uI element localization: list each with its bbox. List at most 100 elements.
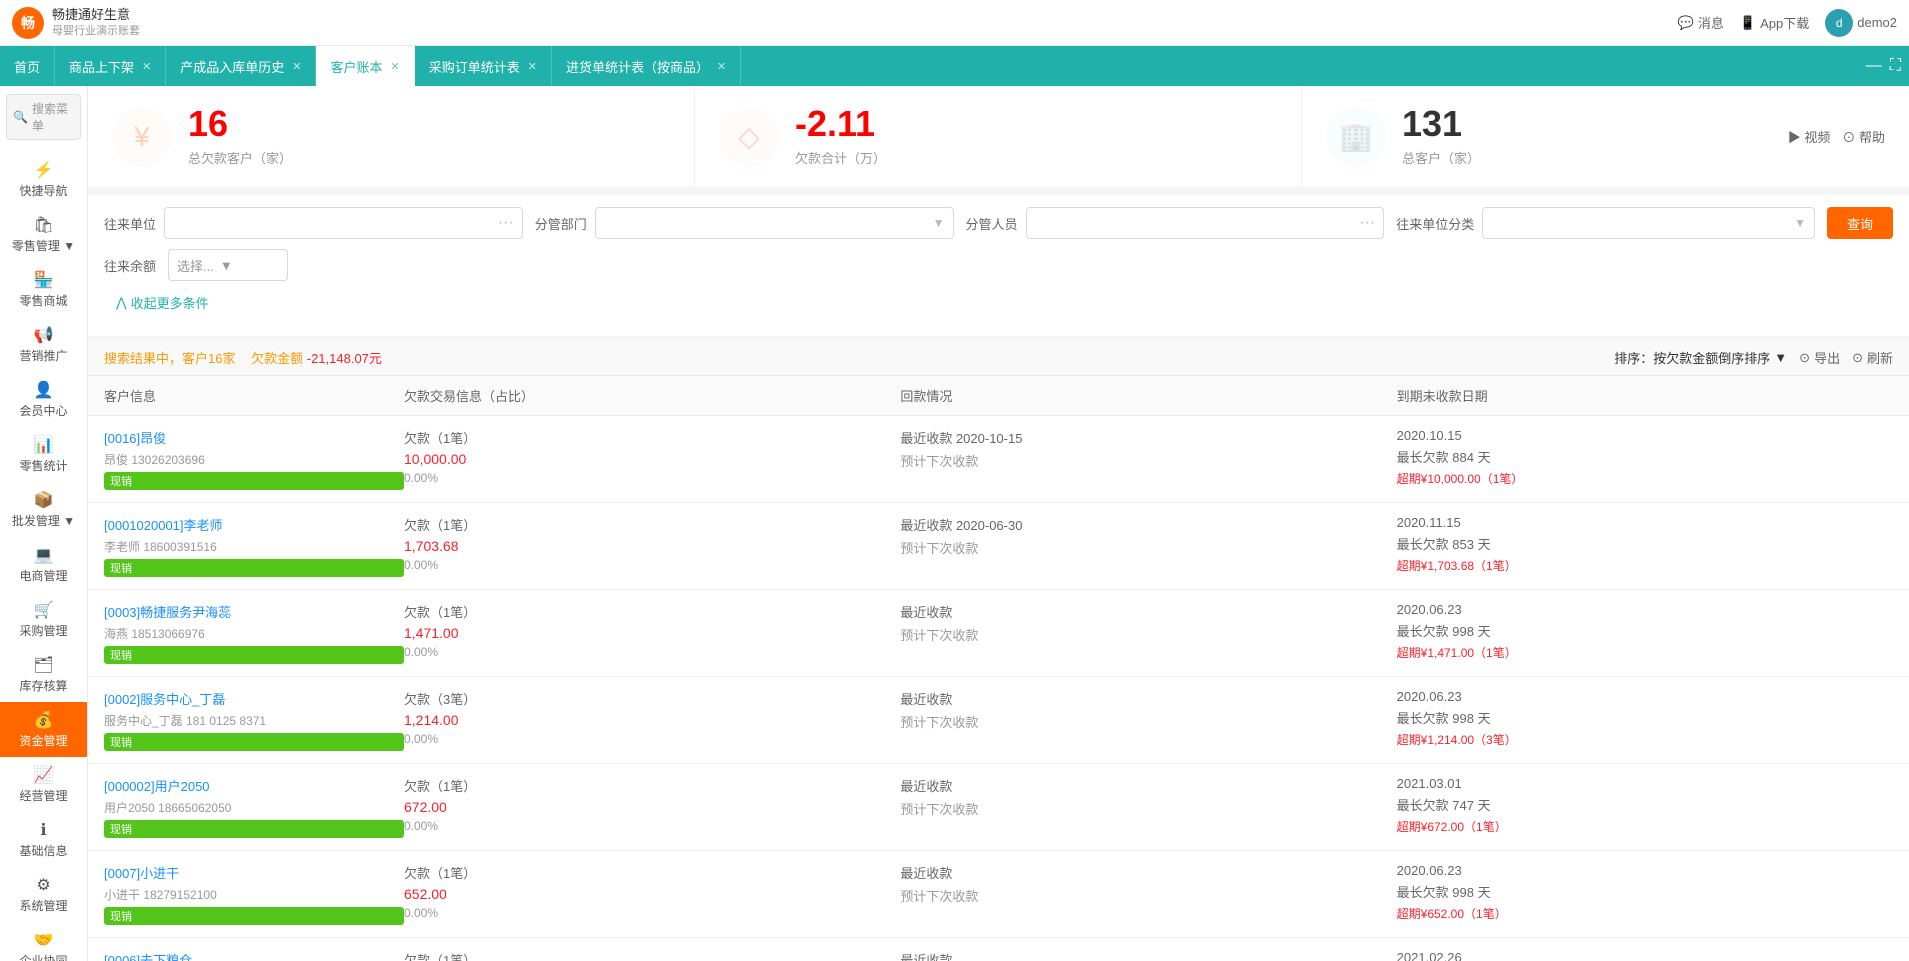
customer-name-4[interactable]: [000002]用户2050 — [104, 776, 404, 795]
recover-info-3: 最近收款 预计下次收款 — [900, 689, 1396, 731]
filter-partner-dots: ··· — [498, 214, 514, 232]
customer-badge-4: 现销 — [104, 820, 404, 838]
overdue-text-3[interactable]: 超期¥1,214.00（3笔） — [1397, 731, 1893, 748]
tab-bar-minimize[interactable]: — — [1866, 57, 1882, 75]
tab-purchase-stats-label: 采购订单统计表 — [429, 57, 520, 76]
sidebar-item-purchase[interactable]: 🛒 采购管理 — [0, 592, 87, 647]
overdue-text-5[interactable]: 超期¥652.00（1笔） — [1397, 905, 1893, 922]
last-collect-3: 最近收款 — [900, 689, 1396, 708]
wholesale-icon: 📦 — [34, 490, 54, 510]
tab-customer-account[interactable]: 客户账本 ✕ — [316, 46, 414, 86]
table-row: [0002]服务中心_丁磊 服务中心_丁磊 181 0125 8371 现销 欠… — [88, 677, 1909, 764]
tab-inbound-stats-close[interactable]: ✕ — [717, 60, 726, 73]
user-area[interactable]: d demo2 — [1825, 9, 1897, 37]
sidebar-item-system[interactable]: ⚙ 系统管理 — [0, 867, 87, 922]
sidebar-item-marketing-label: 营销推广 — [19, 347, 67, 364]
customer-contact-2: 海燕 18513066976 — [104, 625, 404, 642]
search-menu-btn[interactable]: 🔍 搜索菜单 — [6, 94, 81, 140]
video-btn[interactable]: ▶ 视频 — [1788, 127, 1831, 146]
customer-name-2[interactable]: [0003]畅捷服务尹海蕊 — [104, 602, 404, 621]
stat-icon-diamond: ◇ — [719, 107, 779, 167]
owe-percent-3: 0.00% — [404, 732, 900, 746]
collapse-btn[interactable]: ⋀ 收起更多条件 — [104, 289, 1893, 316]
tab-product-online[interactable]: 商品上下架 ✕ — [55, 46, 166, 86]
filter-input-category[interactable]: ▼ — [1482, 207, 1815, 239]
overdue-text-0[interactable]: 超期¥10,000.00（1笔） — [1397, 470, 1893, 487]
tab-home-label: 首页 — [14, 57, 40, 76]
due-date-1: 2020.11.15 — [1397, 515, 1893, 530]
customer-name-6[interactable]: [0006]去下粮仓 — [104, 950, 404, 961]
recover-info-1: 最近收款 2020-06-30 预计下次收款 — [900, 515, 1396, 557]
tab-purchase-stats-close[interactable]: ✕ — [528, 60, 537, 73]
tab-product-online-close[interactable]: ✕ — [142, 60, 151, 73]
message-icon: 💬 — [1678, 15, 1694, 31]
balance-select-arrow: ▼ — [220, 258, 233, 273]
sidebar-nav: ⚡ 快捷导航 🛍 零售管理 ▼ 🏪 零售商城 📢 营销推广 👤 会员中心 📊 — [0, 148, 87, 961]
message-btn[interactable]: 💬 消息 — [1678, 13, 1724, 32]
due-date-6: 2021.02.26 — [1397, 950, 1893, 961]
overdue-text-2[interactable]: 超期¥1,471.00（1笔） — [1397, 644, 1893, 661]
tab-bar-maximize[interactable]: ⛶ — [1890, 57, 1901, 75]
sidebar-item-quick-nav[interactable]: ⚡ 快捷导航 — [0, 152, 87, 207]
sidebar-item-retail-mall[interactable]: 🏪 零售商城 — [0, 262, 87, 317]
due-date-2: 2020.06.23 — [1397, 602, 1893, 617]
sidebar-item-enterprise[interactable]: 🤝 企业协同 — [0, 922, 87, 961]
tab-inbound-stats[interactable]: 进货单统计表（按商品） ✕ — [552, 46, 741, 86]
filter-input-manager[interactable]: ··· — [1026, 207, 1385, 239]
stat-number-amount: -2.11 — [795, 106, 886, 142]
owe-amount-0: 10,000.00 — [404, 451, 900, 467]
stat-info-overdue: 16 总欠款客户（家） — [188, 106, 292, 167]
refresh-btn[interactable]: ⊙ 刷新 — [1852, 348, 1893, 367]
filter-label-partner: 往来单位 — [104, 214, 156, 233]
logo-text: 畅捷通好生意 — [52, 7, 140, 23]
export-btn[interactable]: ⊙ 导出 — [1799, 348, 1840, 367]
stat-number-total: 131 — [1402, 106, 1480, 142]
sidebar-item-finance[interactable]: 💰 资金管理 — [0, 702, 87, 757]
customer-name-5[interactable]: [0007]小进干 — [104, 863, 404, 882]
sidebar-item-member-center[interactable]: 👤 会员中心 — [0, 372, 87, 427]
sidebar-item-operations[interactable]: 📈 经营管理 — [0, 757, 87, 812]
due-info-3: 2020.06.23 最长欠款 998 天 超期¥1,214.00（3笔） — [1397, 689, 1893, 748]
overdue-text-1[interactable]: 超期¥1,703.68（1笔） — [1397, 557, 1893, 574]
help-label: 帮助 — [1859, 130, 1885, 145]
export-label: 导出 — [1814, 348, 1840, 367]
stat-card-overdue-customers: ¥ 16 总欠款客户（家） — [88, 86, 695, 187]
tab-customer-account-close[interactable]: ✕ — [391, 60, 400, 73]
sidebar-item-ecommerce[interactable]: 💻 电商管理 — [0, 537, 87, 592]
retail-mgmt-icon: 🛍 — [33, 215, 53, 235]
last-collect-4: 最近收款 — [900, 776, 1396, 795]
sidebar-item-basic-info[interactable]: ℹ 基础信息 — [0, 812, 87, 867]
filter-input-department[interactable]: ▼ — [595, 207, 954, 239]
customer-name-0[interactable]: [0016]昂俊 — [104, 428, 404, 447]
owe-percent-5: 0.00% — [404, 906, 900, 920]
top-right: 💬 消息 📱 App下载 d demo2 — [1678, 9, 1897, 37]
main-layout: 🔍 搜索菜单 ⚡ 快捷导航 🛍 零售管理 ▼ 🏪 零售商城 📢 营销推广 — [0, 86, 1909, 961]
sidebar-item-marketing[interactable]: 📢 营销推广 — [0, 317, 87, 372]
customer-name-1[interactable]: [0001020001]李老师 — [104, 515, 404, 534]
table-header: 客户信息 欠款交易信息（占比） 回款情况 到期未收款日期 — [88, 376, 1909, 416]
sidebar-item-retail-mgmt[interactable]: 🛍 零售管理 ▼ — [0, 207, 87, 262]
tab-purchase-stats[interactable]: 采购订单统计表 ✕ — [415, 46, 552, 86]
search-btn[interactable]: 查询 — [1827, 207, 1893, 239]
sidebar-item-inventory[interactable]: 🗂 库存核算 — [0, 647, 87, 702]
stat-card-right-actions: ▶ 视频 ⊙ 帮助 — [1788, 127, 1885, 146]
filter-select-balance[interactable]: 选择... ▼ — [168, 249, 288, 281]
sidebar-item-wholesale[interactable]: 📦 批发管理 ▼ — [0, 482, 87, 537]
results-text: 搜索结果中，客户16家 — [104, 351, 236, 366]
tab-inbound-history-close[interactable]: ✕ — [292, 60, 301, 73]
sort-select[interactable]: 排序：按欠款金额倒序排序 ▼ — [1614, 348, 1787, 367]
overdue-text-4[interactable]: 超期¥672.00（1笔） — [1397, 818, 1893, 835]
app-download-btn[interactable]: 📱 App下载 — [1740, 13, 1809, 32]
tab-home[interactable]: 首页 — [0, 46, 55, 86]
due-info-0: 2020.10.15 最长欠款 884 天 超期¥10,000.00（1笔） — [1397, 428, 1893, 487]
basic-info-icon: ℹ — [40, 820, 46, 840]
filter-area: 往来单位 ··· 分管部门 ▼ 分管人员 — [88, 195, 1909, 336]
ecommerce-icon: 💻 — [34, 545, 54, 565]
sidebar-item-enterprise-label: 企业协同 — [19, 952, 67, 961]
customer-contact-3: 服务中心_丁磊 181 0125 8371 — [104, 712, 404, 729]
filter-input-partner[interactable]: ··· — [164, 207, 523, 239]
sidebar-item-retail-stats[interactable]: 📊 零售统计 — [0, 427, 87, 482]
tab-inbound-history[interactable]: 产成品入库单历史 ✕ — [166, 46, 316, 86]
help-btn[interactable]: ⊙ 帮助 — [1842, 127, 1885, 146]
customer-name-3[interactable]: [0002]服务中心_丁磊 — [104, 689, 404, 708]
